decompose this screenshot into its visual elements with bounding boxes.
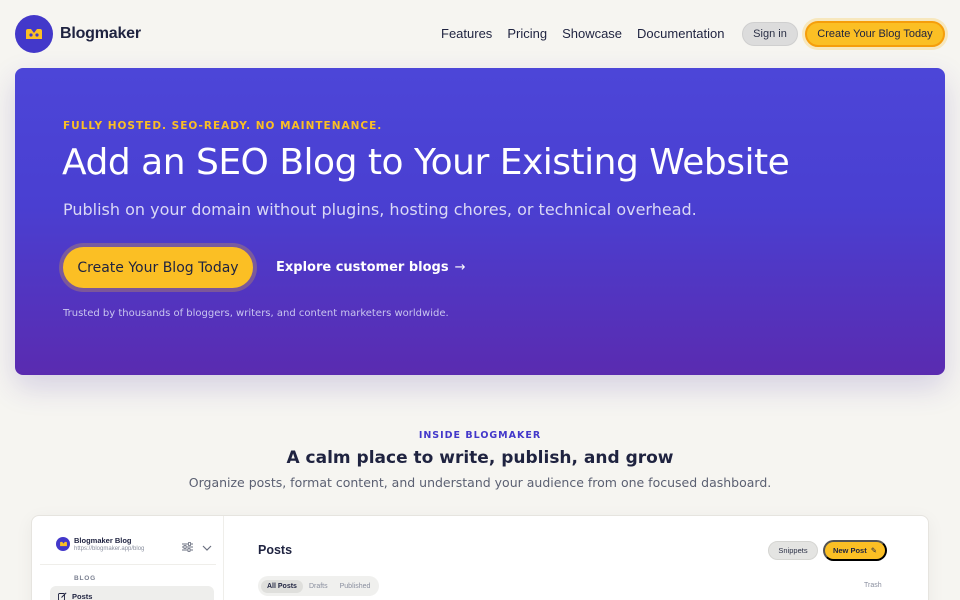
tab-all-posts[interactable]: All Posts xyxy=(261,579,303,593)
arrow-right-icon: → xyxy=(454,260,466,275)
top-nav: Blogmaker Features Pricing Showcase Docu… xyxy=(0,0,960,68)
nav-link-showcase[interactable]: Showcase xyxy=(562,26,622,41)
hero-title: Add an SEO Blog to Your Existing Website xyxy=(62,142,790,183)
brand-name: Blogmaker xyxy=(60,25,141,42)
hero-section: FULLY HOSTED. SEO-READY. NO MAINTENANCE.… xyxy=(15,68,945,375)
snippets-button[interactable]: Snippets xyxy=(768,541,818,560)
edit-icon xyxy=(58,591,67,600)
trust-line: Trusted by thousands of bloggers, writer… xyxy=(63,308,449,319)
create-blog-nav-button[interactable]: Create Your Blog Today xyxy=(805,21,945,47)
sidebar-section-label: BLOG xyxy=(74,575,96,582)
trash-link[interactable]: Trash xyxy=(864,582,882,589)
sign-in-button[interactable]: Sign in xyxy=(742,22,798,46)
nav-link-pricing[interactable]: Pricing xyxy=(507,26,547,41)
nav-link-features[interactable]: Features xyxy=(441,26,492,41)
tab-drafts[interactable]: Drafts xyxy=(303,580,334,593)
tab-published[interactable]: Published xyxy=(334,580,377,593)
inside-subtitle: Organize posts, format content, and unde… xyxy=(188,475,772,490)
post-filter-tabs: All Posts Drafts Published xyxy=(258,576,380,596)
explore-customer-blogs-link[interactable]: Explore customer blogs → xyxy=(276,260,466,275)
dashboard-preview: Blogmaker Blog https://blogmaker.app/blo… xyxy=(31,515,929,600)
primary-nav: Features Pricing Showcase Documentation xyxy=(441,26,740,41)
new-post-label: New Post xyxy=(832,546,867,555)
hero-subtitle: Publish on your domain without plugins, … xyxy=(63,200,697,219)
sliders-icon[interactable] xyxy=(182,539,193,557)
inside-eyebrow: INSIDE BLOGMAKER xyxy=(418,430,542,441)
blogmaker-logo-icon xyxy=(56,537,70,551)
inside-title: A calm place to write, publish, and grow xyxy=(286,448,674,468)
preview-blog-name: Blogmaker Blog xyxy=(74,536,132,545)
create-blog-hero-button[interactable]: Create Your Blog Today xyxy=(63,247,253,288)
nav-link-documentation[interactable]: Documentation xyxy=(637,26,724,41)
preview-blog-url: https://blogmaker.app/blog xyxy=(74,546,145,552)
hero-eyebrow: FULLY HOSTED. SEO-READY. NO MAINTENANCE. xyxy=(63,120,383,132)
blogmaker-logo-icon xyxy=(15,15,53,53)
explore-link-label: Explore customer blogs xyxy=(276,260,449,275)
new-post-button[interactable]: New Post ✎ xyxy=(823,540,887,561)
chevron-down-icon[interactable] xyxy=(202,539,212,557)
preview-sidebar: Blogmaker Blog https://blogmaker.app/blo… xyxy=(32,516,224,600)
sidebar-item-label: Posts xyxy=(72,591,93,600)
sidebar-divider xyxy=(40,564,216,565)
sidebar-item-posts[interactable]: Posts xyxy=(50,586,214,600)
brand-logo[interactable]: Blogmaker xyxy=(15,15,141,53)
pencil-icon: ✎ xyxy=(870,546,878,555)
preview-page-title: Posts xyxy=(258,543,293,557)
